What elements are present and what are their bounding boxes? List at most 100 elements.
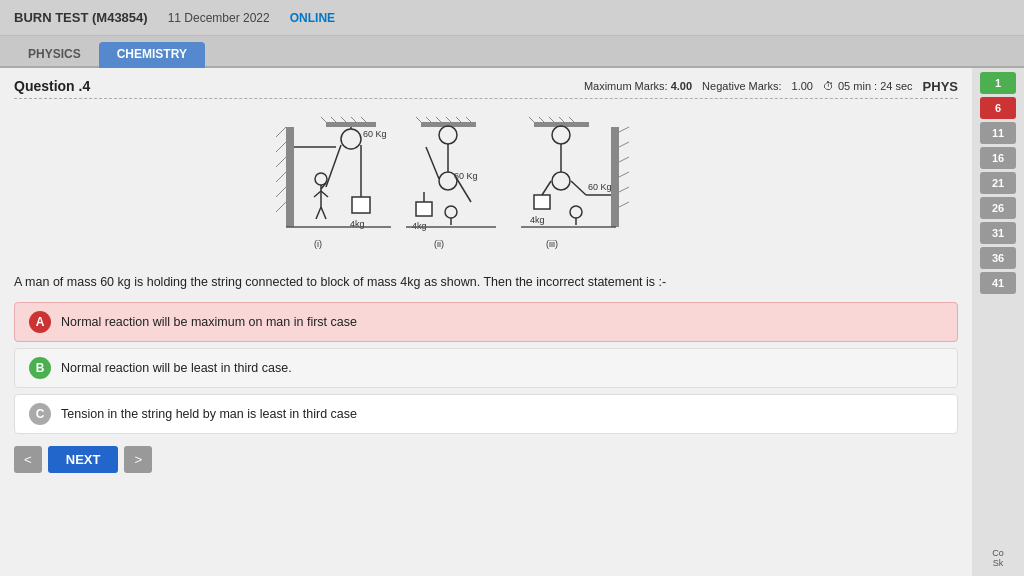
sidebar-num-16[interactable]: 16 xyxy=(980,147,1016,169)
divider xyxy=(14,98,958,99)
top-bar: BURN TEST (M43854) 11 December 2022 ONLI… xyxy=(0,0,1024,36)
svg-line-3 xyxy=(276,157,286,167)
svg-line-41 xyxy=(426,147,439,179)
next-arrow-button[interactable]: > xyxy=(124,446,152,473)
nav-buttons: < NEXT > xyxy=(14,446,958,473)
test-mode: ONLINE xyxy=(290,11,335,25)
svg-line-35 xyxy=(456,117,461,122)
svg-line-26 xyxy=(316,207,321,219)
main-layout: Question .4 Maximum Marks: 4.00 Negative… xyxy=(0,68,1024,576)
svg-line-10 xyxy=(331,117,336,122)
diagram-container: 60 Kg 4kg (i) xyxy=(14,107,958,267)
marks-max-label: Maximum Marks: 4.00 xyxy=(584,80,692,92)
svg-line-13 xyxy=(361,117,366,122)
timer-badge: ⏱ 05 min : 24 sec xyxy=(823,80,913,92)
sidebar-footer-co: Co xyxy=(992,548,1004,558)
sidebar-num-26[interactable]: 26 xyxy=(980,197,1016,219)
question-header: Question .4 Maximum Marks: 4.00 Negative… xyxy=(14,78,958,94)
svg-point-58 xyxy=(552,172,570,190)
svg-rect-19 xyxy=(352,197,370,213)
sidebar-num-41[interactable]: 41 xyxy=(980,272,1016,294)
marks-neg-label: Negative Marks: xyxy=(702,80,781,92)
next-button[interactable]: NEXT xyxy=(48,446,119,473)
sidebar-num-36[interactable]: 36 xyxy=(980,247,1016,269)
svg-line-34 xyxy=(446,117,451,122)
svg-line-25 xyxy=(321,191,328,197)
svg-line-6 xyxy=(276,202,286,212)
options-container: A Normal reaction will be maximum on man… xyxy=(14,302,958,434)
question-diagram: 60 Kg 4kg (i) xyxy=(276,107,696,267)
prev-button[interactable]: < xyxy=(14,446,42,473)
svg-line-54 xyxy=(559,117,564,122)
question-text: A man of mass 60 kg is holding the strin… xyxy=(14,273,958,292)
svg-point-14 xyxy=(341,129,361,149)
svg-line-51 xyxy=(529,117,534,122)
marks-neg-value: 1.00 xyxy=(792,80,813,92)
clock-icon: ⏱ xyxy=(823,80,834,92)
svg-line-62 xyxy=(571,181,586,195)
svg-line-4 xyxy=(276,172,286,182)
option-b-badge: B xyxy=(29,357,51,379)
option-b-text: Normal reaction will be least in third c… xyxy=(61,361,292,375)
svg-line-66 xyxy=(619,142,629,147)
svg-line-65 xyxy=(619,127,629,132)
timer-value: 05 min : 24 sec xyxy=(838,80,913,92)
sidebar-footer: Co Sk xyxy=(988,544,1008,572)
svg-line-11 xyxy=(341,117,346,122)
option-c-text: Tension in the string held by man is lea… xyxy=(61,407,357,421)
content-area: Question .4 Maximum Marks: 4.00 Negative… xyxy=(0,68,972,576)
svg-line-67 xyxy=(619,157,629,162)
svg-text:(i): (i) xyxy=(314,239,322,249)
svg-point-46 xyxy=(445,206,457,218)
svg-line-36 xyxy=(466,117,471,122)
svg-line-27 xyxy=(321,207,326,219)
sidebar-num-31[interactable]: 31 xyxy=(980,222,1016,244)
svg-line-68 xyxy=(619,172,629,177)
svg-line-12 xyxy=(351,117,356,122)
svg-line-55 xyxy=(569,117,574,122)
sidebar-num-1[interactable]: 1 xyxy=(980,72,1016,94)
svg-line-31 xyxy=(416,117,421,122)
svg-point-73 xyxy=(570,206,582,218)
svg-line-69 xyxy=(619,187,629,192)
sidebar-num-6[interactable]: 6 xyxy=(980,97,1016,119)
svg-text:(ii): (ii) xyxy=(434,239,444,249)
svg-line-70 xyxy=(619,202,629,207)
svg-line-32 xyxy=(426,117,431,122)
svg-text:60 Kg: 60 Kg xyxy=(588,182,612,192)
option-a-text: Normal reaction will be maximum on man i… xyxy=(61,315,357,329)
svg-line-33 xyxy=(436,117,441,122)
right-sidebar: 1 6 11 16 21 26 31 36 41 Co Sk xyxy=(972,68,1024,576)
svg-line-24 xyxy=(314,191,321,197)
svg-rect-64 xyxy=(611,127,619,227)
svg-line-1 xyxy=(276,127,286,137)
tabs-bar: PHYSICS CHEMISTRY xyxy=(0,36,1024,68)
svg-line-45 xyxy=(457,179,471,202)
svg-text:60 Kg: 60 Kg xyxy=(363,129,387,139)
tab-chemistry[interactable]: CHEMISTRY xyxy=(99,42,205,66)
option-b[interactable]: B Normal reaction will be least in third… xyxy=(14,348,958,388)
svg-text:4kg: 4kg xyxy=(412,221,427,231)
sidebar-num-11[interactable]: 11 xyxy=(980,122,1016,144)
svg-line-53 xyxy=(549,117,554,122)
option-a-badge: A xyxy=(29,311,51,333)
svg-point-37 xyxy=(439,126,457,144)
svg-text:4kg: 4kg xyxy=(530,215,545,225)
option-a[interactable]: A Normal reaction will be maximum on man… xyxy=(14,302,958,342)
test-title: BURN TEST (M43854) xyxy=(14,10,148,25)
svg-line-61 xyxy=(542,181,551,195)
question-meta: Maximum Marks: 4.00 Negative Marks: 1.00… xyxy=(584,79,958,94)
svg-line-9 xyxy=(321,117,326,122)
svg-point-56 xyxy=(552,126,570,144)
sidebar-footer-sk: Sk xyxy=(992,558,1004,568)
svg-line-52 xyxy=(539,117,544,122)
sidebar-num-21[interactable]: 21 xyxy=(980,172,1016,194)
svg-rect-42 xyxy=(416,202,432,216)
svg-rect-59 xyxy=(534,195,550,209)
tab-physics[interactable]: PHYSICS xyxy=(10,42,99,66)
test-date: 11 December 2022 xyxy=(168,11,270,25)
svg-rect-8 xyxy=(326,122,376,127)
svg-text:(iii): (iii) xyxy=(546,239,558,249)
question-number: Question .4 xyxy=(14,78,90,94)
option-c[interactable]: C Tension in the string held by man is l… xyxy=(14,394,958,434)
